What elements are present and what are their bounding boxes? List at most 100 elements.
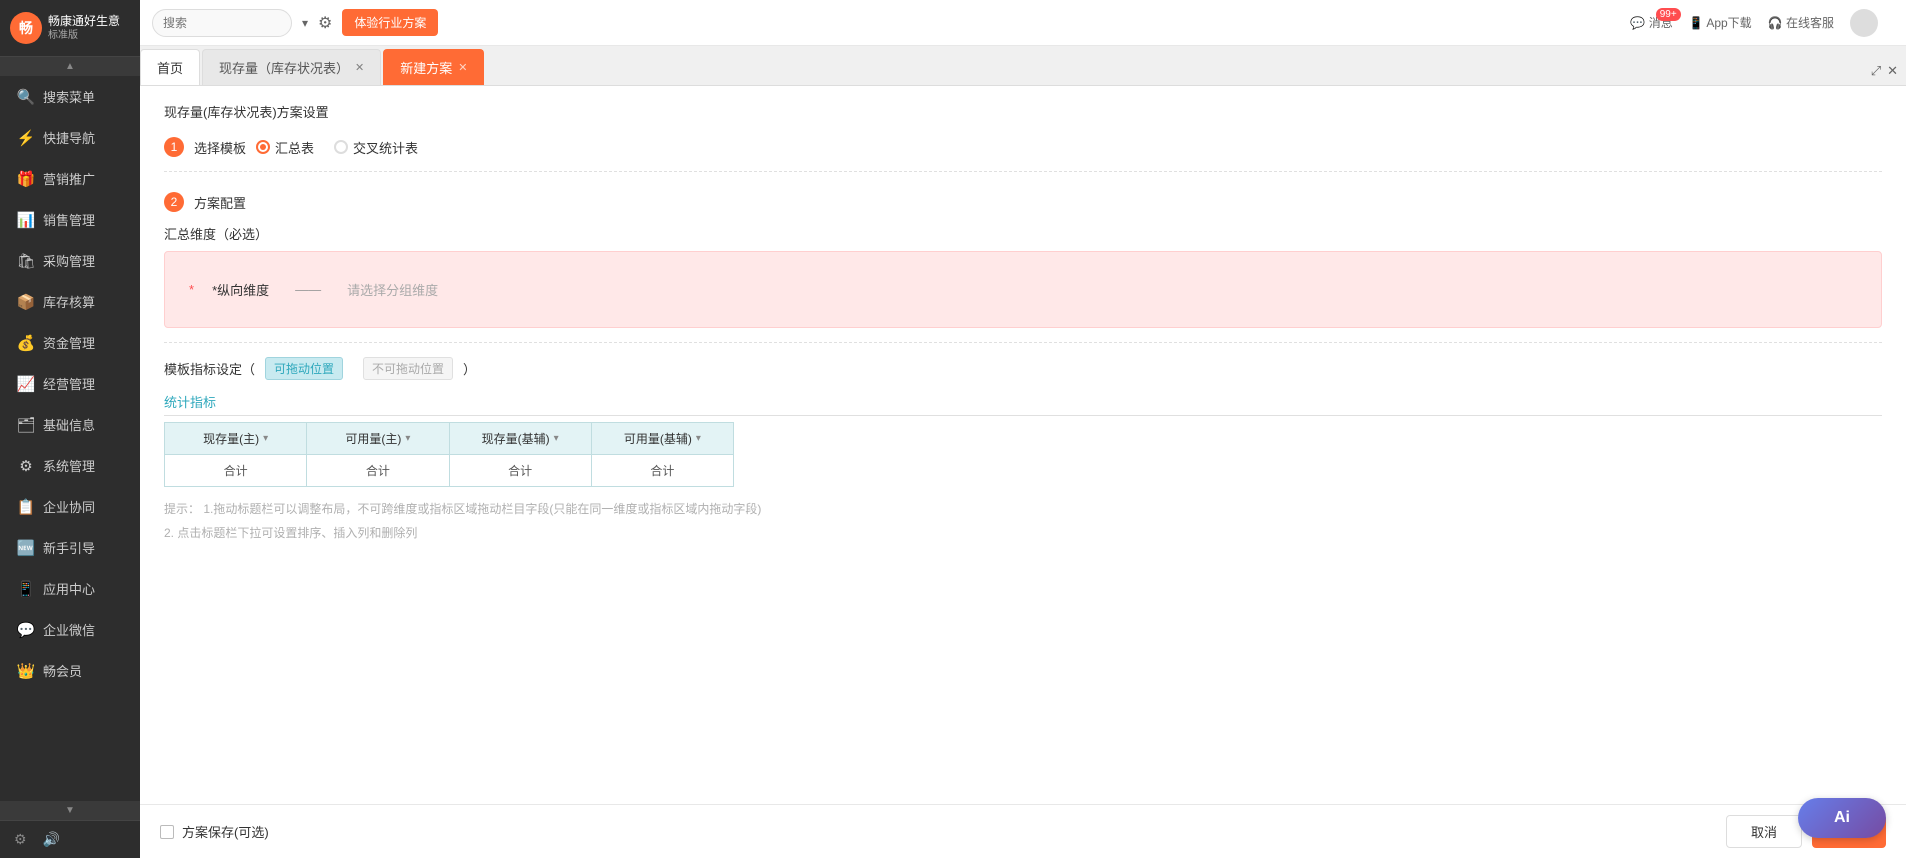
sidebar-nav: 🔍 搜索菜单 ⚡快捷导航🎁营销推广 📊 销售管理 🛍采购管理📦库存核算💰资金管理 📈 经营管理… xyxy=(0,76,140,801)
messages-btn[interactable]: 💬 消息 99+ xyxy=(1630,14,1672,31)
dim-placeholder: 请选择分组维度 xyxy=(347,280,438,299)
base-info-icon: 🗂 xyxy=(17,416,35,434)
section1-number: 1 xyxy=(164,137,184,157)
tab-home[interactable]: 首页 xyxy=(140,49,200,85)
movable-badge: 可拖动位置 xyxy=(265,357,343,380)
section-choose-template: 1 选择模板 汇总表 交叉统计表 xyxy=(164,137,1882,172)
template-indicator-suffix: ） xyxy=(463,359,476,378)
sidebar-item-label-system: 系统管理 xyxy=(43,456,95,475)
topbar: ▾ ⚙ 体验行业方案 💬 消息 99+ 📱 App下载 🎧 在线客服 xyxy=(140,0,1906,46)
table-cell: 合计 xyxy=(165,455,307,487)
sidebar-item-label-quick-nav: 快捷导航 xyxy=(43,128,95,147)
tip-line: 提示： 1.拖动标题栏可以调整布局，不可跨维度或指标区域拖动栏目字段(只能在同一… xyxy=(164,499,1882,521)
sidebar-item-purchase[interactable]: 🛍采购管理 xyxy=(0,240,140,281)
sidebar-item-label-inventory: 库存核算 xyxy=(43,292,95,311)
sidebar-item-system[interactable]: ⚙系统管理 xyxy=(0,445,140,486)
search-input[interactable] xyxy=(152,9,292,37)
fixed-badge: 不可拖动位置 xyxy=(363,357,453,380)
main-area: ▾ ⚙ 体验行业方案 💬 消息 99+ 📱 App下载 🎧 在线客服 首页 xyxy=(140,0,1906,858)
sidebar-scroll-up[interactable]: ▲ xyxy=(0,57,140,76)
sidebar-item-label-wechat: 企业微信 xyxy=(43,620,95,639)
sidebar-item-label-sales: 销售管理 xyxy=(43,210,95,229)
search-icon: 🔍 xyxy=(17,88,35,106)
gear-icon[interactable]: ⚙ xyxy=(318,13,332,33)
topbar-right: 💬 消息 99+ 📱 App下载 🎧 在线客服 xyxy=(1630,9,1894,37)
chevron-down-icon[interactable]: ▾ xyxy=(263,433,268,444)
chevron-down-icon[interactable]: ▾ xyxy=(696,433,701,444)
sidebar-item-search[interactable]: 🔍 搜索菜单 xyxy=(0,76,140,117)
expand-icon: ⤢ xyxy=(1871,63,1881,79)
vertical-dim-label: *纵向维度 xyxy=(212,280,269,299)
sidebar-item-app-center[interactable]: 📱应用中心 xyxy=(0,568,140,609)
messages-icon: 💬 xyxy=(1630,16,1645,30)
sidebar-item-new-guide[interactable]: 🆕 新手引导 xyxy=(0,527,140,568)
sidebar-item-marketing[interactable]: 🎁营销推广 xyxy=(0,158,140,199)
sidebar-item-wechat[interactable]: 💬企业微信 xyxy=(0,609,140,650)
topbar-dropdown-btn[interactable]: ▾ xyxy=(302,16,308,30)
operation-icon: 📈 xyxy=(17,375,35,393)
sidebar-item-label-search: 搜索菜单 xyxy=(43,87,95,106)
sidebar-item-base-info[interactable]: 🗂 基础信息 xyxy=(0,404,140,445)
tab-inventory-status[interactable]: 现存量（库存状况表） ✕ xyxy=(202,49,381,85)
sidebar-item-finance[interactable]: 💰资金管理 xyxy=(0,322,140,363)
sidebar-item-label-operation: 经营管理 xyxy=(43,374,95,393)
sidebar-item-inventory[interactable]: 📦库存核算 xyxy=(0,281,140,322)
stats-section: 统计指标 现存量(主)▾可用量(主)▾现存量(基辅)▾可用量(基辅)▾ 合计合计… xyxy=(164,392,1882,487)
tab-new-plan[interactable]: 新建方案 ✕ xyxy=(383,49,484,85)
sidebar-item-sales[interactable]: 📊 销售管理 xyxy=(0,199,140,240)
logo-icon: 畅 xyxy=(10,12,42,44)
chevron-down-icon[interactable]: ▾ xyxy=(405,433,410,444)
table-cell: 合计 xyxy=(307,455,449,487)
table-header[interactable]: 可用量(主)▾ xyxy=(307,423,449,455)
app-download-btn[interactable]: 📱 App下载 xyxy=(1689,14,1752,31)
cancel-button[interactable]: 取消 xyxy=(1726,815,1802,848)
radio-cross[interactable]: 交叉统计表 xyxy=(334,138,418,157)
finance-icon: 💰 xyxy=(17,334,35,352)
table-header[interactable]: 可用量(基辅)▾ xyxy=(591,423,733,455)
sales-icon: 📊 xyxy=(17,211,35,229)
headset-icon: 🎧 xyxy=(1768,16,1783,30)
content-inner: 现存量(库存状况表)方案设置 1 选择模板 汇总表 交叉统计表 xyxy=(140,86,1906,804)
industry-btn[interactable]: 体验行业方案 xyxy=(342,9,438,36)
purchase-icon: 🛍 xyxy=(17,252,35,270)
content-area: 现存量(库存状况表)方案设置 1 选择模板 汇总表 交叉统计表 xyxy=(140,86,1906,804)
sidebar-item-operation[interactable]: 📈 经营管理 xyxy=(0,363,140,404)
stats-section-title: 统计指标 xyxy=(164,392,1882,416)
sidebar-scroll-down[interactable]: ▼ xyxy=(0,801,140,820)
online-service-btn[interactable]: 🎧 在线客服 xyxy=(1768,14,1834,31)
table-row: 合计合计合计合计 xyxy=(165,455,734,487)
sidebar-item-quick-nav[interactable]: ⚡快捷导航 xyxy=(0,117,140,158)
save-checkbox[interactable] xyxy=(160,825,174,839)
radio-summary[interactable]: 汇总表 xyxy=(256,138,314,157)
table-header[interactable]: 现存量(基辅)▾ xyxy=(449,423,591,455)
tab-new-plan-close-icon[interactable]: ✕ xyxy=(458,61,467,74)
chevron-down-icon[interactable]: ▾ xyxy=(554,433,559,444)
table-cell: 合计 xyxy=(591,455,733,487)
logo-text: 畅康通好生意 标准版 xyxy=(48,14,120,43)
ai-fab-button[interactable]: Ai xyxy=(1798,798,1886,838)
sidebar-item-label-new-guide: 新手引导 xyxy=(43,538,95,557)
avatar[interactable] xyxy=(1850,9,1878,37)
radio-summary-circle xyxy=(256,140,270,154)
section-plan-config: 2 方案配置 汇总维度（必选） * *纵向维度 —— 请选择分组维度 模板指标设… xyxy=(164,192,1882,544)
page-title: 现存量(库存状况表)方案设置 xyxy=(164,102,1882,121)
tab-expand-btn[interactable]: ⤢ ✕ xyxy=(1871,63,1898,85)
sidebar-item-label-base-info: 基础信息 xyxy=(43,415,95,434)
bottom-left: 方案保存(可选) xyxy=(160,822,269,841)
new-guide-icon: 🆕 xyxy=(17,539,35,557)
sidebar-item-vip[interactable]: 👑畅会员 xyxy=(0,650,140,691)
section2-title: 方案配置 xyxy=(194,193,246,212)
audio-icon[interactable]: 🔊 xyxy=(43,831,60,848)
vertical-dim-box[interactable]: * *纵向维度 —— 请选择分组维度 xyxy=(164,251,1882,328)
messages-badge: 99+ xyxy=(1656,8,1681,21)
template-indicator-label: 模板指标设定（ xyxy=(164,359,255,378)
sidebar-item-enterprise[interactable]: 📋企业协同 xyxy=(0,486,140,527)
dim-dash: —— xyxy=(295,282,321,297)
sidebar-bottom: ⚙ 🔊 xyxy=(0,820,140,858)
tab-inventory-close-icon[interactable]: ✕ xyxy=(355,61,364,74)
settings-icon[interactable]: ⚙ xyxy=(14,831,27,848)
section2-header: 2 方案配置 xyxy=(164,192,1882,212)
bottom-bar: 方案保存(可选) 取消 查询 xyxy=(140,804,1906,858)
section2-number: 2 xyxy=(164,192,184,212)
table-header[interactable]: 现存量(主)▾ xyxy=(165,423,307,455)
